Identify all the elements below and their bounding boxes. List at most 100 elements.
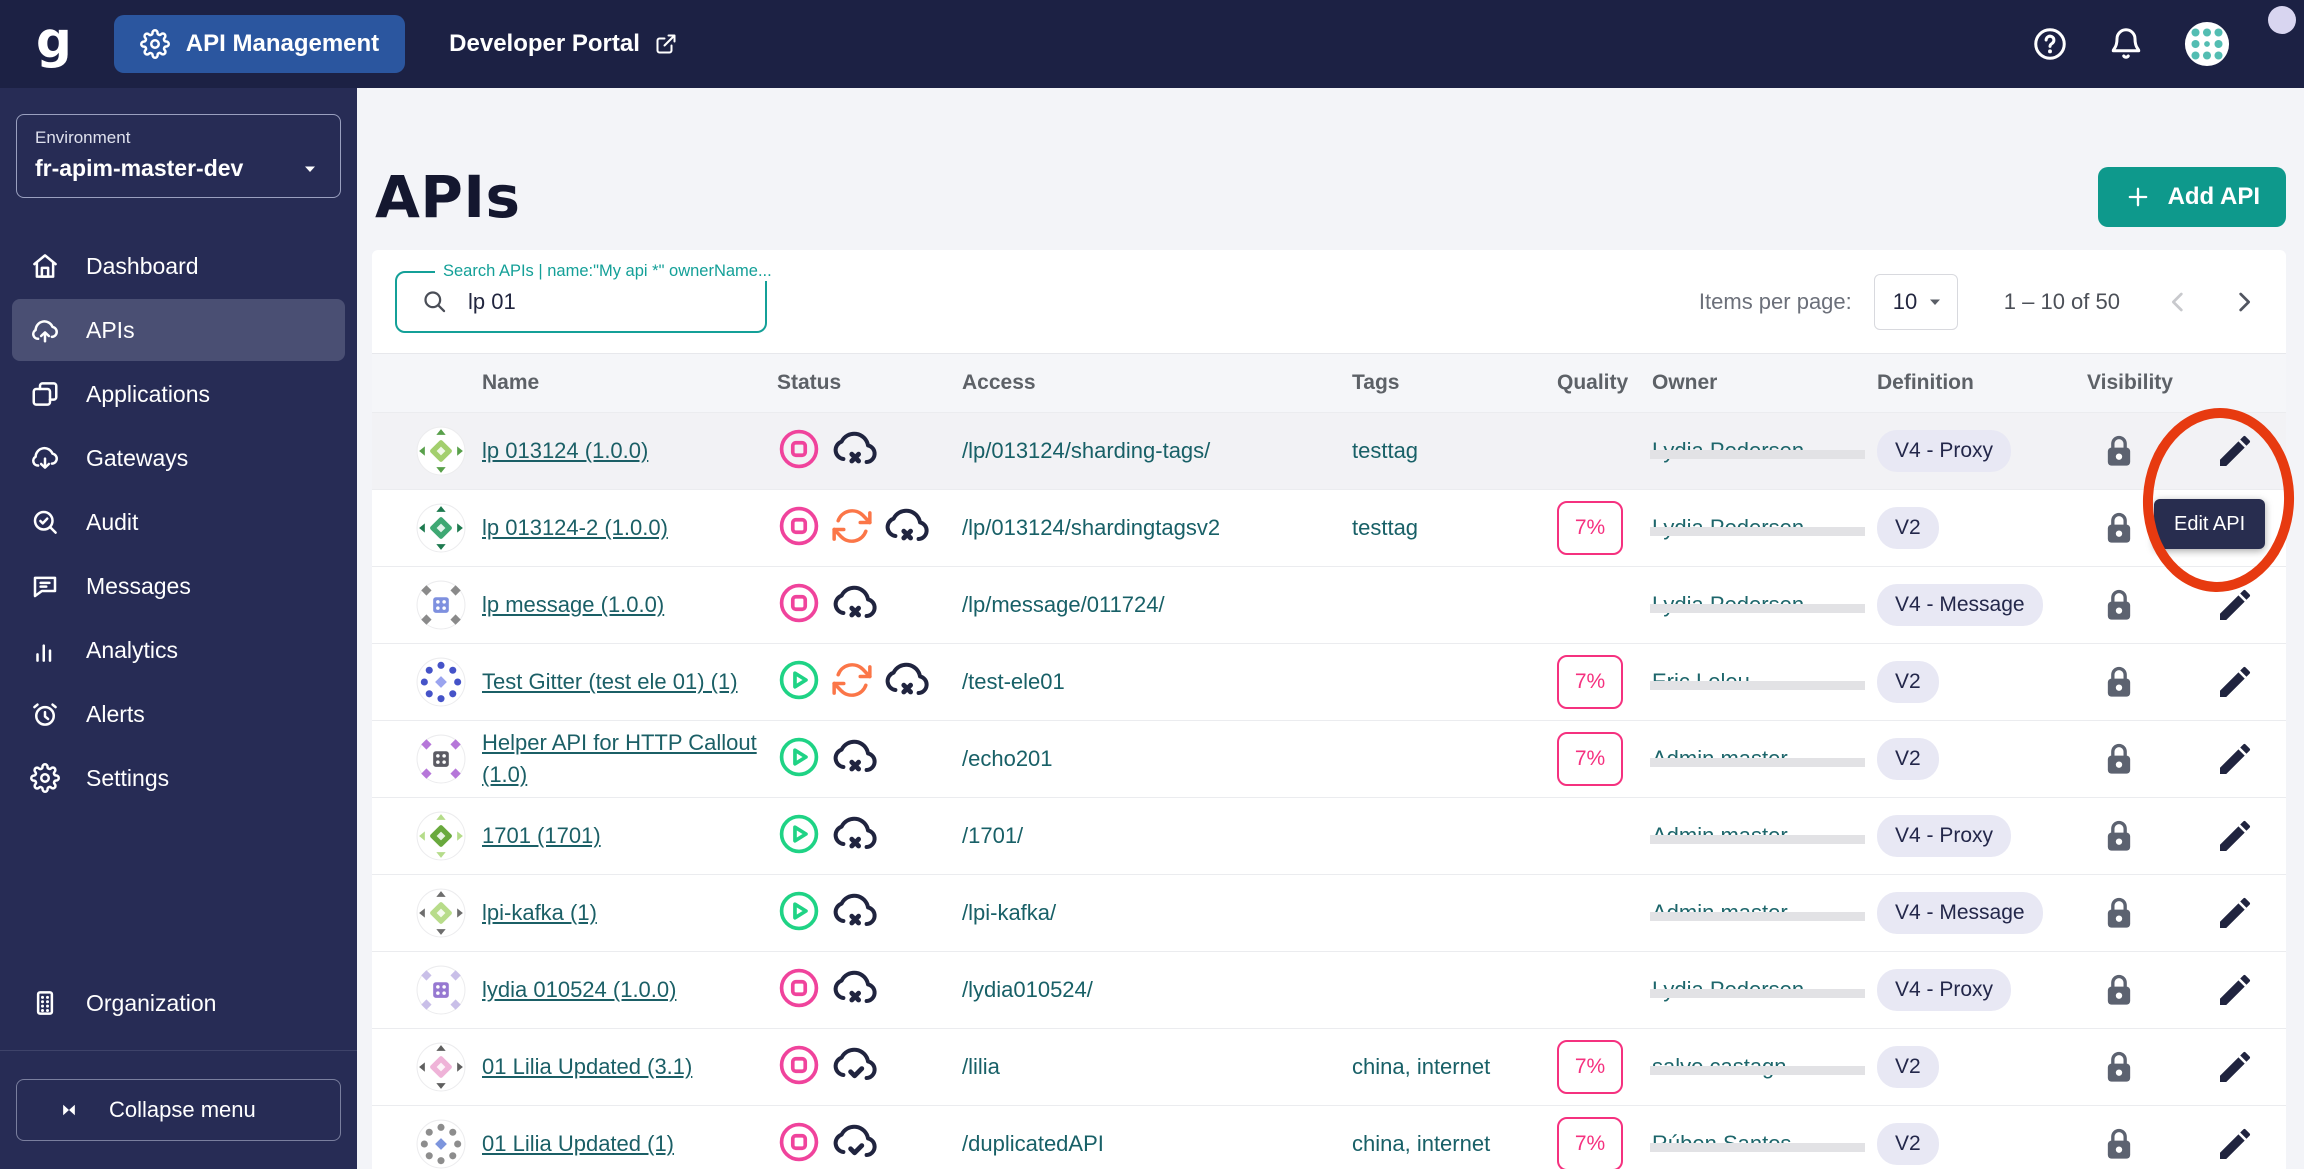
sidebar-item-label: Dashboard: [86, 252, 199, 279]
api-name-link[interactable]: 01 Lilia Updated (3.1): [482, 1054, 692, 1079]
quality-badge: 7%: [1557, 655, 1623, 709]
api-owner: Lydia Pedersen: [1649, 438, 1866, 463]
api-access-path: /lp/013124/sharding-tags/: [962, 438, 1211, 463]
api-avatar-cell: [372, 888, 482, 938]
sidebar-item-messages[interactable]: Messages: [12, 555, 345, 617]
pencil-icon: [2220, 1051, 2251, 1082]
edit-api-button[interactable]: [2199, 739, 2255, 779]
api-name-link[interactable]: Helper API for HTTP Callout (1.0): [482, 730, 757, 787]
api-avatar: [416, 888, 466, 938]
column-header-status: Status: [777, 371, 842, 394]
api-avatar: [416, 1119, 466, 1169]
analytics-icon: [36, 644, 52, 662]
notifications-bell-icon-slot[interactable]: [2108, 26, 2144, 62]
cloud-x-icon: [833, 739, 877, 772]
definition-badge: V2: [1877, 1046, 1939, 1088]
api-avatar-cell: [372, 1119, 482, 1169]
definition-badge: V4 - Proxy: [1877, 430, 2012, 472]
sidebar-item-audit[interactable]: Audit: [12, 491, 345, 553]
search-value: lp 01: [468, 288, 516, 314]
visibility-lock: [2087, 1124, 2199, 1164]
org-icon: [36, 991, 54, 1015]
started-icon: [779, 660, 819, 699]
main-content: APIs Add API Search APIs | name:"My api …: [357, 88, 2304, 1169]
user-avatar[interactable]: [2184, 21, 2230, 67]
api-name-link[interactable]: lpi-kafka (1): [482, 900, 597, 925]
developer-portal-link[interactable]: Developer Portal: [449, 30, 678, 58]
environment-selector[interactable]: Environment fr-apim-master-dev: [16, 114, 341, 198]
table-row: lydia 010524 (1.0.0) /lydia010524/ Lydia…: [372, 951, 2286, 1028]
edit-api-button[interactable]: [2199, 662, 2255, 702]
sidebar-item-gateways[interactable]: Gateways: [12, 427, 345, 489]
lock-icon: [2107, 589, 2131, 620]
cloud-x-icon: [833, 431, 877, 464]
sidebar-item-label: Audit: [86, 508, 139, 535]
visibility-lock: [2087, 970, 2199, 1010]
previous-page-button[interactable]: [2162, 286, 2194, 318]
sidebar-item-apis[interactable]: APIs: [12, 299, 345, 361]
edit-api-button[interactable]: [2199, 431, 2255, 471]
api-name-link[interactable]: 01 Lilia Updated (1): [482, 1131, 674, 1156]
definition-badge: V4 - Proxy: [1877, 815, 2012, 857]
edit-api-button[interactable]: [2199, 1124, 2255, 1164]
started-icon: [779, 737, 819, 776]
sidebar-item-alerts[interactable]: Alerts: [12, 683, 345, 745]
api-name-link[interactable]: lp 013124 (1.0.0): [482, 438, 648, 463]
sidebar-divider: [0, 1050, 357, 1051]
api-avatar-cell: [372, 580, 482, 630]
visibility-lock: [2087, 893, 2199, 933]
apis-table-card: Search APIs | name:"My api *" ownerName.…: [372, 250, 2286, 1169]
page-size-select[interactable]: 10: [1873, 273, 1958, 330]
collapse-menu-button[interactable]: Collapse menu: [16, 1079, 341, 1141]
message-icon: [33, 576, 57, 598]
api-name-link[interactable]: lp 013124-2 (1.0.0): [482, 515, 668, 540]
api-avatar: [416, 426, 466, 476]
sync-icon: [832, 508, 872, 543]
page-title: APIs: [375, 163, 521, 231]
edit-api-button[interactable]: [2199, 585, 2255, 625]
chevron-left-icon: [2172, 292, 2183, 311]
cloud-x-icon: [885, 508, 929, 541]
sidebar-item-analytics[interactable]: Analytics: [12, 619, 345, 681]
api-name-link[interactable]: lp message (1.0.0): [482, 592, 664, 617]
search-input[interactable]: Search APIs | name:"My api *" ownerName.…: [395, 261, 780, 333]
pencil-icon: [2220, 1128, 2251, 1159]
gravitee-logo[interactable]: g: [36, 15, 72, 65]
pencil-icon: [2220, 897, 2251, 928]
edit-api-button[interactable]: [2199, 893, 2255, 933]
sidebar-item-settings[interactable]: Settings: [12, 747, 345, 809]
status-not-deployed: [831, 810, 879, 863]
api-name-link[interactable]: Test Gitter (test ele 01) (1): [482, 669, 738, 694]
edit-api-button[interactable]: [2199, 816, 2255, 856]
api-avatar-cell: [372, 734, 482, 784]
column-header-name: Name: [482, 371, 540, 394]
app-root: g API Management Developer Portal Enviro…: [0, 0, 2304, 1169]
edit-api-button[interactable]: [2199, 1047, 2255, 1087]
api-management-button[interactable]: API Management: [113, 15, 406, 73]
lock-icon: [2107, 1128, 2131, 1159]
api-avatar: [416, 503, 466, 553]
topbar-actions: [2032, 21, 2230, 67]
next-page-button[interactable]: [2228, 286, 2260, 318]
column-header-quality: Quality: [1557, 371, 1629, 394]
sidebar-item-dashboard[interactable]: Dashboard: [12, 235, 345, 297]
external-link-icon-slot: [654, 32, 678, 56]
status-stopped: [777, 427, 821, 476]
help-icon-slot[interactable]: [2032, 26, 2068, 62]
lock-icon: [2107, 820, 2131, 851]
api-name-link[interactable]: lydia 010524 (1.0.0): [482, 977, 676, 1002]
alarm-icon: [33, 703, 57, 726]
table-row: lp 013124 (1.0.0) /lp/013124/sharding-ta…: [372, 412, 2286, 489]
sidebar-item-applications[interactable]: Applications: [12, 363, 345, 425]
api-avatar-cell: [372, 1042, 482, 1092]
definition-badge: V2: [1877, 661, 1939, 703]
page-size-value: 10: [1892, 288, 1918, 314]
cloud-x-icon: [833, 585, 877, 618]
api-owner: salvo castagn: [1650, 1054, 1865, 1079]
api-name-link[interactable]: 1701 (1701): [482, 823, 601, 848]
api-avatar-cell: [372, 426, 482, 476]
add-api-button[interactable]: Add API: [2097, 167, 2286, 227]
status-stopped: [777, 581, 821, 630]
edit-api-button[interactable]: [2199, 970, 2255, 1010]
sidebar-item-organization[interactable]: Organization: [12, 972, 345, 1034]
